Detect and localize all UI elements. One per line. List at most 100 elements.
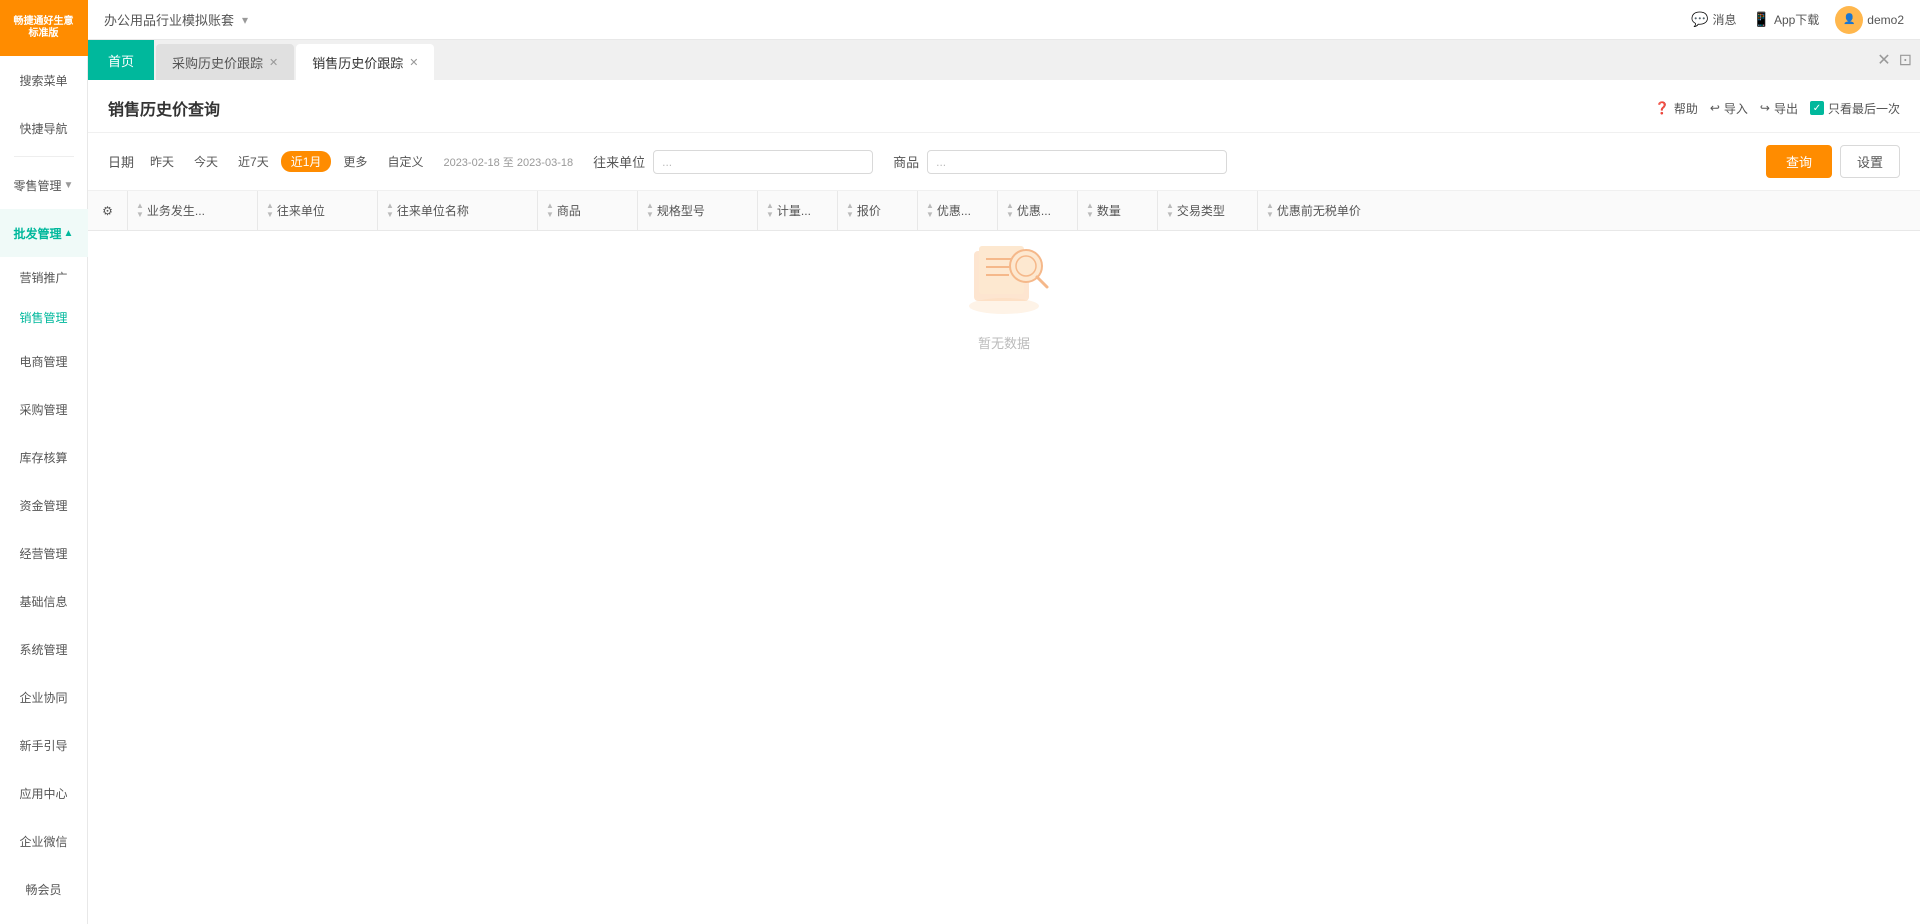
sort-icon: ▲▼ [1166, 202, 1174, 219]
th-label: 规格型号 [657, 202, 705, 219]
sidebar-label: 库存核算 [19, 449, 67, 466]
sidebar-item-business-mgmt[interactable]: 经营管理 [0, 529, 88, 577]
sidebar-item-sales-mgmt[interactable]: 销售管理 [0, 297, 88, 337]
date-option-1month[interactable]: 近1月 [281, 151, 332, 172]
th-quantity[interactable]: ▲▼ 数量 [1078, 191, 1158, 231]
setting-button[interactable]: 设置 [1840, 145, 1900, 178]
th-business-date[interactable]: ▲▼ 业务发生... [128, 191, 258, 231]
export-icon: ↪ [1760, 101, 1770, 115]
tab-home[interactable]: 首页 [88, 40, 154, 80]
sidebar-item-purchase-mgmt[interactable]: 采购管理 [0, 385, 88, 433]
app-download-label: App下载 [1774, 11, 1819, 28]
th-trade-type[interactable]: ▲▼ 交易类型 [1158, 191, 1258, 231]
phone-icon: 📱 [1753, 11, 1770, 28]
user-name: demo2 [1867, 13, 1904, 27]
sidebar-item-ecom-mgmt[interactable]: 电商管理 [0, 337, 88, 385]
help-label: 帮助 [1674, 100, 1698, 117]
th-quote[interactable]: ▲▼ 报价 [838, 191, 918, 231]
goods-input-dots: ... [936, 155, 946, 169]
help-icon: ❓ [1655, 101, 1670, 115]
empty-icon [954, 231, 1054, 321]
date-label: 日期 [108, 152, 134, 171]
sort-icon: ▲▼ [646, 202, 654, 219]
tab-close-purchase-icon[interactable]: ✕ [269, 56, 278, 69]
logo-subtext: 标准版 [29, 28, 59, 40]
th-discount2[interactable]: ▲▼ 优惠... [998, 191, 1078, 231]
th-label: 数量 [1097, 202, 1121, 219]
sidebar-item-app-center[interactable]: 应用中心 [0, 769, 88, 817]
goods-input[interactable]: ... [927, 150, 1227, 174]
tab-purchase-history[interactable]: 采购历史价跟踪 ✕ [156, 44, 294, 80]
date-option-more[interactable]: 更多 [335, 151, 375, 172]
date-option-today[interactable]: 今天 [186, 151, 226, 172]
import-button[interactable]: ↩ 导入 [1710, 100, 1748, 117]
th-pretax-price[interactable]: ▲▼ 优惠前无税单价 [1258, 191, 1920, 231]
sidebar-label: 新手引导 [19, 737, 67, 754]
sort-icon: ▲▼ [546, 202, 554, 219]
th-unit[interactable]: ▲▼ 计量... [758, 191, 838, 231]
sidebar-label: 零售管理 [14, 177, 62, 194]
app-download-button[interactable]: 📱 App下载 [1753, 11, 1820, 28]
sidebar-label: 批发管理 [14, 225, 62, 242]
sidebar-item-vip-member[interactable]: 畅会员 [0, 865, 88, 913]
sidebar-item-retail-mgmt[interactable]: 零售管理 ▼ [0, 161, 88, 209]
sidebar-item-inventory[interactable]: 库存核算 [0, 433, 88, 481]
sidebar-item-newbie-guide[interactable]: 新手引导 [0, 721, 88, 769]
tab-sales-history-label: 销售历史价跟踪 [312, 53, 403, 72]
th-settings[interactable]: ⚙ [88, 191, 128, 231]
chevron-up-icon: ▲ [64, 228, 74, 239]
filter-actions: 查询 设置 [1766, 145, 1900, 178]
table-header: ⚙ ▲▼ 业务发生... ▲▼ 往来单位 ▲▼ 往来单位名称 ▲▼ 商品 [88, 191, 1920, 231]
tab-close-all-button[interactable]: ✕ [1877, 50, 1890, 70]
sidebar-item-system-mgmt[interactable]: 系统管理 [0, 625, 88, 673]
th-partner[interactable]: ▲▼ 往来单位 [258, 191, 378, 231]
sidebar-label: 销售管理 [19, 309, 67, 326]
partner-input[interactable]: ... [653, 150, 873, 174]
sidebar-logo: 畅捷通好生意 标准版 [0, 0, 88, 56]
sidebar-label: 快捷导航 [19, 120, 67, 137]
only-last-checkbox-wrapper[interactable]: ✓ 只看最后一次 [1810, 100, 1900, 117]
message-button[interactable]: 💬 消息 [1691, 11, 1736, 28]
sidebar-label: 基础信息 [19, 593, 67, 610]
filter-bar: 日期 昨天 今天 近7天 近1月 更多 自定义 2023-02-18 至 202… [88, 133, 1920, 191]
th-spec[interactable]: ▲▼ 规格型号 [638, 191, 758, 231]
tab-sales-history[interactable]: 销售历史价跟踪 ✕ [296, 44, 434, 80]
sidebar-item-enterprise-collab[interactable]: 企业协同 [0, 673, 88, 721]
th-goods[interactable]: ▲▼ 商品 [538, 191, 638, 231]
partner-filter: 往来单位 ... [593, 150, 873, 174]
th-partner-name[interactable]: ▲▼ 往来单位名称 [378, 191, 538, 231]
page-header: 销售历史价查询 ❓ 帮助 ↩ 导入 ↪ 导出 ✓ 只看最后一次 [88, 80, 1920, 133]
chevron-down-icon: ▼ [64, 180, 74, 191]
query-button[interactable]: 查询 [1766, 145, 1832, 178]
date-option-yesterday[interactable]: 昨天 [142, 151, 182, 172]
import-label: 导入 [1724, 100, 1748, 117]
sidebar-item-finance-mgmt[interactable]: 资金管理 [0, 481, 88, 529]
only-last-label: 只看最后一次 [1828, 100, 1900, 117]
th-label: 往来单位名称 [397, 202, 469, 219]
export-label: 导出 [1774, 100, 1798, 117]
sidebar-item-quick-nav[interactable]: 快捷导航 [0, 104, 88, 152]
sidebar-item-wholesale-mgmt[interactable]: 批发管理 ▲ [0, 209, 88, 257]
empty-state: 暂无数据 [88, 231, 1920, 352]
th-label: 计量... [777, 202, 811, 219]
topbar-dropdown-icon[interactable]: ▾ [242, 13, 248, 27]
tab-close-sales-icon[interactable]: ✕ [409, 56, 418, 69]
empty-text: 暂无数据 [978, 333, 1030, 352]
export-button[interactable]: ↪ 导出 [1760, 100, 1798, 117]
sidebar-item-wechat-work[interactable]: 企业微信 [0, 817, 88, 865]
tab-maximize-button[interactable]: ⊡ [1899, 50, 1912, 70]
sidebar-item-search-menu[interactable]: 搜索菜单 [0, 56, 88, 104]
th-discount1[interactable]: ▲▼ 优惠... [918, 191, 998, 231]
sidebar-label: 应用中心 [19, 785, 67, 802]
date-option-7days[interactable]: 近7天 [230, 151, 277, 172]
user-avatar-button[interactable]: 👤 demo2 [1835, 6, 1904, 34]
date-range-text: 2023-02-18 至 2023-03-18 [443, 154, 573, 170]
sidebar-item-basic-info[interactable]: 基础信息 [0, 577, 88, 625]
partner-input-dots: ... [662, 155, 672, 169]
th-label: 交易类型 [1177, 202, 1225, 219]
sidebar-item-marketing[interactable]: 营销推广 [0, 257, 88, 297]
help-button[interactable]: ❓ 帮助 [1655, 100, 1698, 117]
date-option-custom[interactable]: 自定义 [379, 151, 431, 172]
message-label: 消息 [1712, 11, 1736, 28]
sidebar-label: 营销推广 [19, 269, 67, 286]
